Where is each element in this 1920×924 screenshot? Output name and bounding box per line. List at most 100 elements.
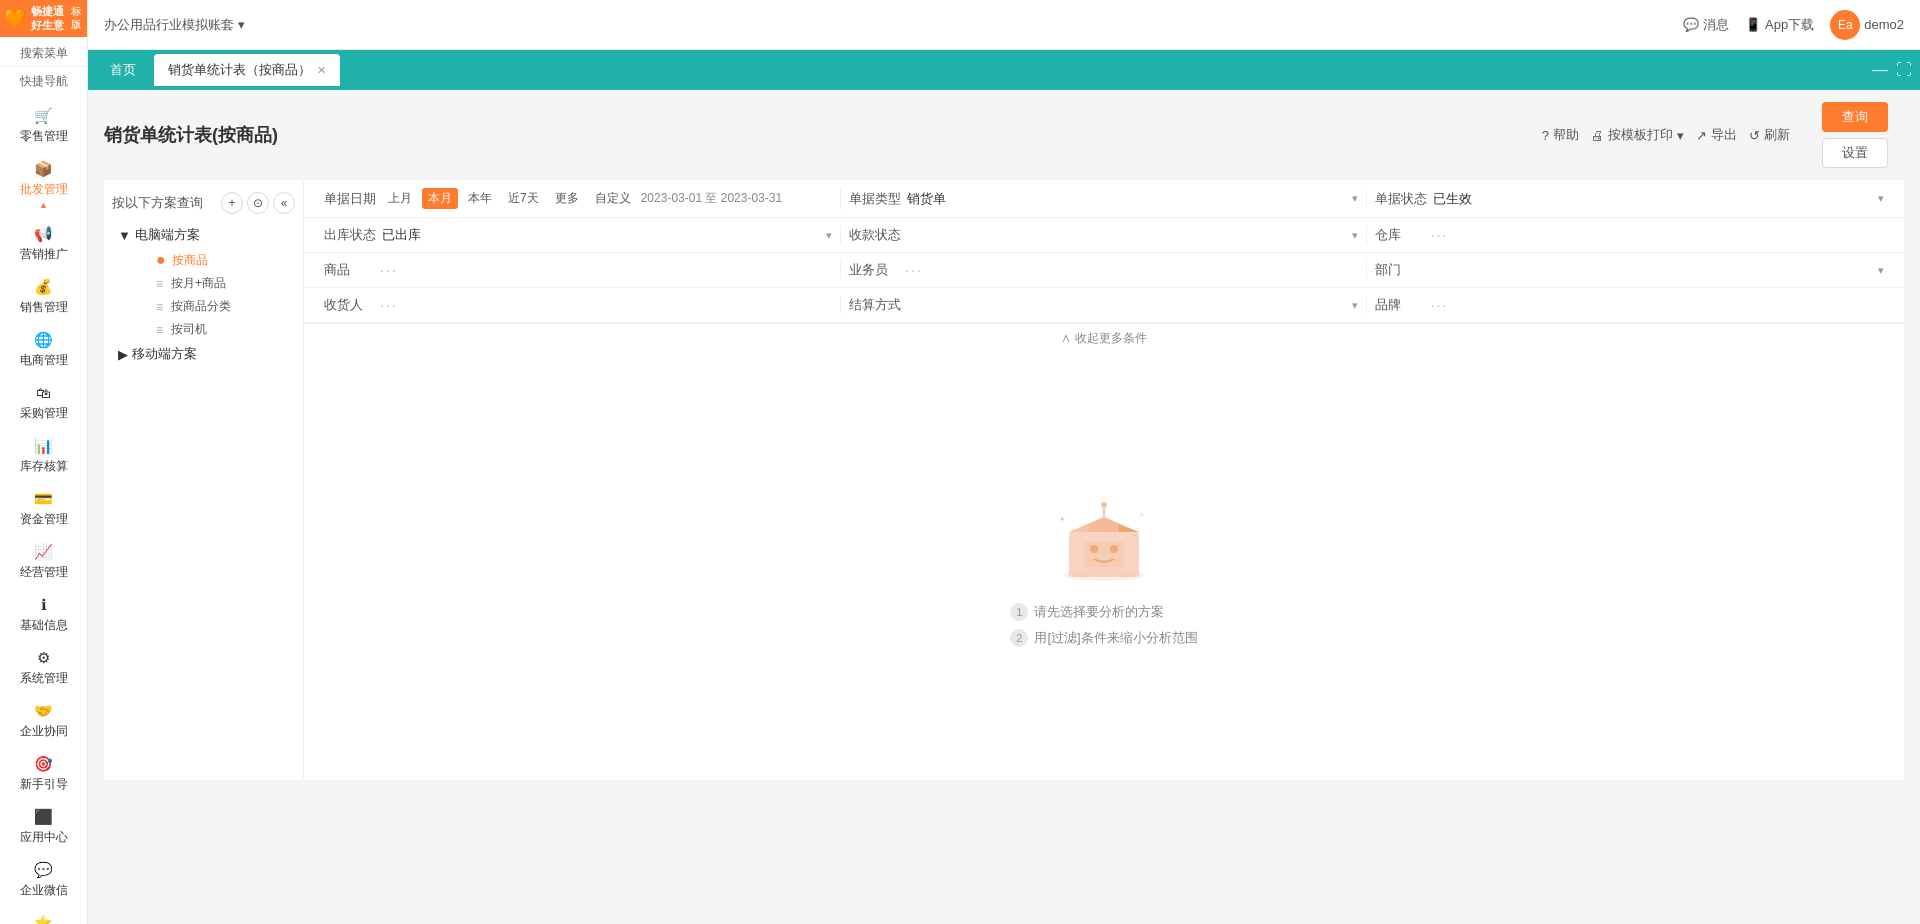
guide-icon: 🎯: [34, 754, 54, 774]
sidebar-item-sales[interactable]: 💰 销售管理: [0, 269, 87, 322]
collapse-bar[interactable]: ∧ 收起更多条件: [304, 323, 1904, 353]
sidebar-item-member[interactable]: ⭐ 畅会员: [0, 905, 87, 924]
tab-sales-stat[interactable]: 销货单统计表（按商品） ✕: [154, 54, 340, 86]
svg-point-4: [1110, 545, 1118, 553]
sidebar-item-basic[interactable]: ℹ 基础信息: [0, 587, 87, 640]
sidebar-item-operations[interactable]: 📈 经营管理: [0, 534, 87, 587]
tree-mobile[interactable]: ▶ 移动端方案: [112, 341, 295, 367]
tree-desktop[interactable]: ▼ 电脑端方案: [112, 222, 295, 248]
filter-cell-payment: 结算方式 ▾: [841, 296, 1366, 314]
sidebar-item-inventory[interactable]: 📊 库存核算: [0, 428, 87, 481]
sidebar-item-marketing[interactable]: 📢 营销推广: [0, 216, 87, 269]
retail-icon: 🛒: [34, 106, 54, 126]
collectstatus-dropdown[interactable]: ▾: [907, 229, 1357, 242]
tree-by-month-product[interactable]: ≡ 按月+商品: [112, 272, 295, 295]
tree-by-category[interactable]: ≡ 按商品分类: [112, 295, 295, 318]
tree-expand-icon: ▼: [118, 228, 131, 243]
warehouse-dots[interactable]: ···: [1431, 227, 1449, 243]
product-dots[interactable]: ···: [380, 262, 398, 278]
collapse-sidebar-btn[interactable]: «: [273, 192, 295, 214]
edit-scheme-btn[interactable]: ⊙: [247, 192, 269, 214]
department-arrow-icon: ▾: [1878, 264, 1884, 277]
sidebar-item-wechat[interactable]: 💬 企业微信: [0, 852, 87, 905]
main-right: 单据日期 上月 本月 本年 近7天 更多 自定义 2023-03-01 至 20…: [304, 180, 1904, 780]
tree-collapse-icon: ▶: [118, 347, 128, 362]
filter-cell-receiver: 收货人 ···: [316, 296, 841, 314]
app-logo: 🧡 畅捷通好生意 标版: [0, 0, 87, 37]
doctype-value: 销货单: [907, 190, 1347, 208]
tree-by-product[interactable]: ● 按商品: [112, 248, 295, 272]
sidebar-item-system[interactable]: ⚙ 系统管理: [0, 640, 87, 693]
list-icon-3: ≡: [156, 323, 163, 337]
dq-more[interactable]: 更多: [549, 188, 585, 209]
dropdown-arrow-icon: ▾: [238, 17, 245, 32]
search-menu[interactable]: 搜索菜单: [0, 37, 87, 67]
set-button[interactable]: 设置: [1822, 138, 1888, 168]
tab-home[interactable]: 首页: [96, 54, 150, 86]
industry-selector[interactable]: 办公用品行业模拟账套 ▾: [104, 16, 245, 34]
tab-close-icon[interactable]: ✕: [317, 64, 326, 77]
sidebar-item-wholesale[interactable]: 📦 批发管理 ▲: [0, 151, 87, 216]
tab-maximize-icon[interactable]: ⛶: [1896, 61, 1912, 79]
tab-minimize-icon[interactable]: —: [1872, 61, 1888, 79]
dq-this-year[interactable]: 本年: [462, 188, 498, 209]
wechat-icon: 💬: [34, 860, 54, 880]
system-icon: ⚙: [34, 648, 54, 668]
main-wrap: 办公用品行业模拟账套 ▾ 💬 消息 📱 App下载 Ea demo2 首页: [88, 0, 1920, 924]
svg-point-6: [1101, 502, 1107, 508]
tabs-bar-right: — ⛶: [1872, 61, 1912, 79]
add-scheme-btn[interactable]: +: [221, 192, 243, 214]
export-icon: ↗: [1696, 128, 1707, 143]
export-btn[interactable]: ↗ 导出: [1696, 126, 1737, 144]
messages-btn[interactable]: 💬 消息: [1683, 16, 1729, 34]
dq-last-month[interactable]: 上月: [382, 188, 418, 209]
sidebar-item-ecommerce[interactable]: 🌐 电商管理: [0, 322, 87, 375]
sidebar-item-purchase[interactable]: 🛍 采购管理: [0, 375, 87, 428]
dq-custom[interactable]: 自定义: [589, 188, 637, 209]
outstatus-value: 已出库: [382, 226, 822, 244]
phone-icon: 📱: [1745, 17, 1761, 32]
quick-nav[interactable]: 快捷导航: [0, 67, 87, 94]
department-dropdown[interactable]: ▾: [1431, 264, 1884, 277]
app-download-btn[interactable]: 📱 App下载: [1745, 16, 1814, 34]
tip-item-2: 2 用[过滤]条件来缩小分析范围: [1010, 629, 1197, 647]
print-btn[interactable]: 🖨 按模板打印 ▾: [1591, 126, 1684, 144]
filter-cell-brand: 品牌 ···: [1367, 296, 1892, 314]
filter-cell-docstatus: 单据状态 已生效 ▾: [1367, 190, 1892, 208]
help-btn[interactable]: ? 帮助: [1542, 126, 1579, 144]
docstatus-dropdown[interactable]: 已生效 ▾: [1433, 190, 1884, 208]
marketing-icon: 📢: [34, 224, 54, 244]
receiver-dots[interactable]: ···: [380, 297, 398, 313]
inventory-icon: 📊: [34, 436, 54, 456]
sales-icon: 💰: [34, 277, 54, 297]
tree-by-cashier[interactable]: ≡ 按司机: [112, 318, 295, 341]
outstatus-arrow-icon: ▾: [826, 229, 832, 242]
page-title: 销货单统计表(按商品): [104, 123, 278, 147]
user-profile[interactable]: Ea demo2: [1830, 10, 1904, 40]
staff-dots[interactable]: ···: [905, 262, 923, 278]
refresh-btn[interactable]: ↺ 刷新: [1749, 126, 1790, 144]
dq-this-month[interactable]: 本月: [422, 188, 458, 209]
payment-dropdown[interactable]: ▾: [907, 299, 1357, 312]
sidebar-item-enterprise[interactable]: 🤝 企业协同: [0, 693, 87, 746]
outstatus-dropdown[interactable]: 已出库 ▾: [382, 226, 832, 244]
filter-cell-product: 商品 ···: [316, 261, 841, 279]
page-content: 销货单统计表(按商品) ? 帮助 🖨 按模板打印 ▾ ↗ 导出: [88, 90, 1920, 924]
filter-cell-department: 部门 ▾: [1367, 261, 1892, 279]
active-indicator: ●: [156, 251, 166, 269]
sidebar-item-retail[interactable]: 🛒 零售管理: [0, 98, 87, 151]
filter-sidebar: 按以下方案查询 + ⊙ « ▼ 电脑端方案 ● 按商品: [104, 180, 304, 780]
query-button[interactable]: 查询: [1822, 102, 1888, 132]
message-icon: 💬: [1683, 17, 1699, 32]
sidebar-item-apps[interactable]: ⬛ 应用中心: [0, 799, 87, 852]
dq-7days[interactable]: 近7天: [502, 188, 545, 209]
docstatus-arrow-icon: ▾: [1878, 192, 1884, 205]
page-actions: ? 帮助 🖨 按模板打印 ▾ ↗ 导出 ↺ 刷新: [1542, 126, 1790, 144]
doctype-dropdown[interactable]: 销货单 ▾: [907, 190, 1357, 208]
member-icon: ⭐: [34, 913, 54, 924]
filter-sidebar-header: 按以下方案查询 + ⊙ «: [112, 192, 295, 214]
sidebar-item-finance[interactable]: 💳 资金管理: [0, 481, 87, 534]
svg-text:✦: ✦: [1132, 532, 1136, 538]
brand-dots[interactable]: ···: [1431, 297, 1449, 313]
sidebar-item-guide[interactable]: 🎯 新手引导: [0, 746, 87, 799]
